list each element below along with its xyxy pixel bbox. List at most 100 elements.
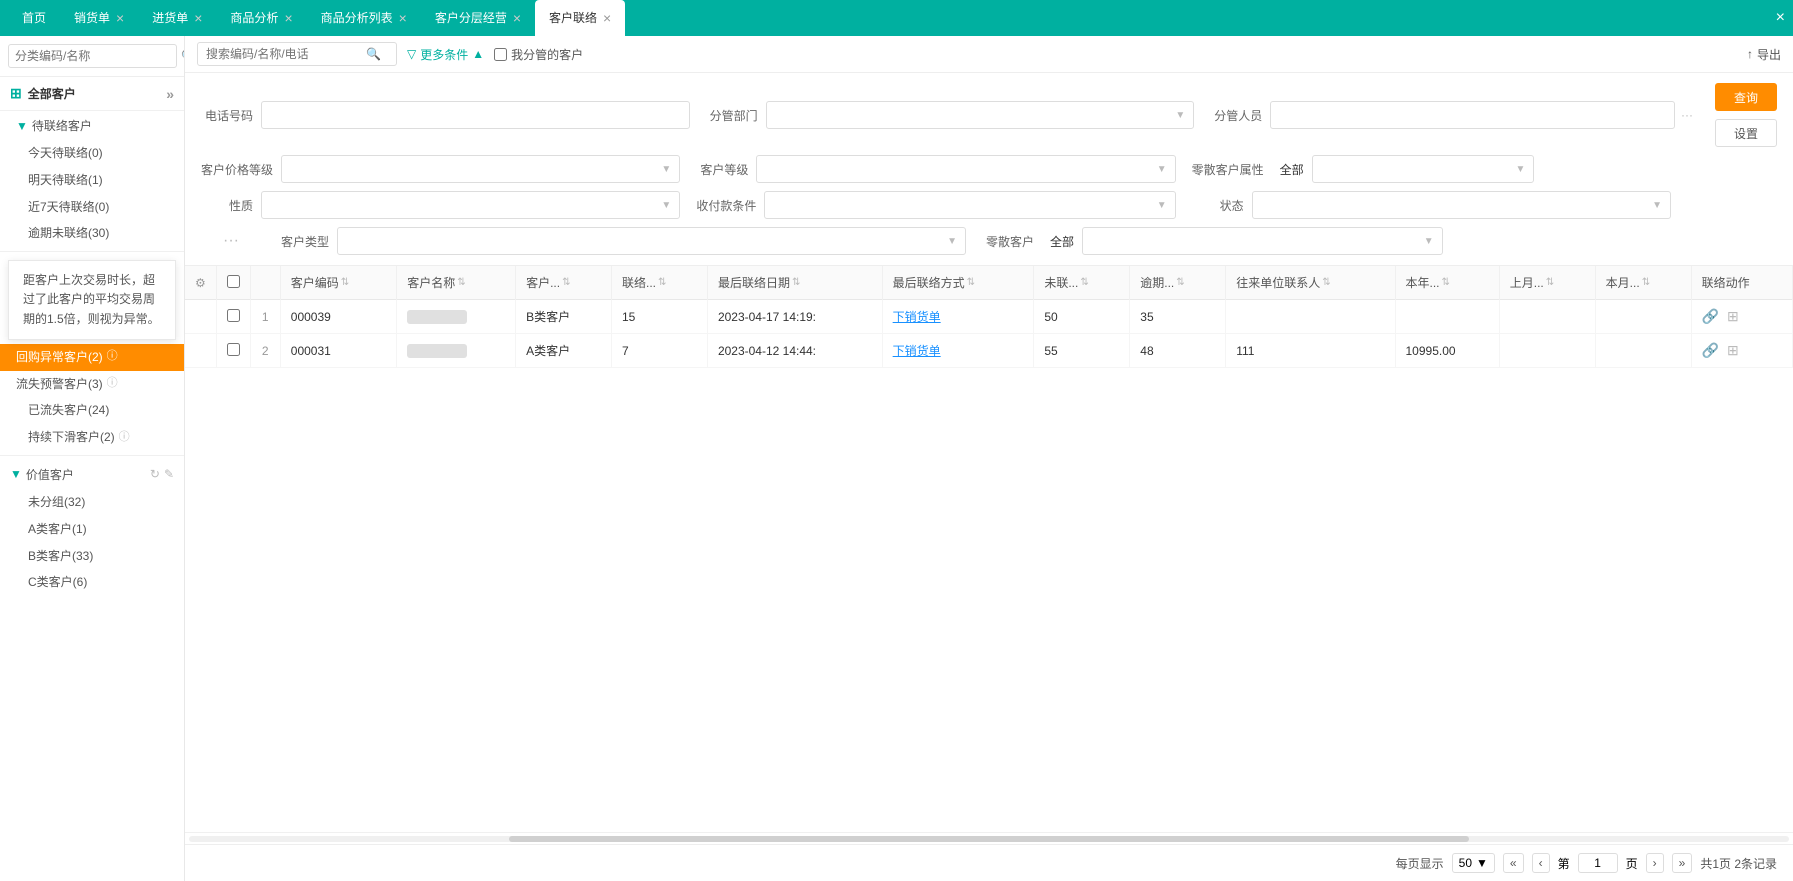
sidebar-item-b-class[interactable]: B类客户(33) bbox=[0, 543, 184, 570]
scroll-thumb[interactable] bbox=[509, 836, 1469, 842]
sidebar-item-tomorrow[interactable]: 明天待联络(1) bbox=[0, 167, 184, 194]
price-level-arrow: ▼ bbox=[661, 164, 671, 175]
per-page-select[interactable]: 50 ▼ bbox=[1452, 853, 1495, 873]
sidebar-item-continuous-decline[interactable]: 持续下滑客户(2) ⓘ bbox=[0, 424, 184, 451]
close-all-btn[interactable]: × bbox=[1776, 9, 1785, 27]
first-page-btn[interactable]: « bbox=[1503, 853, 1524, 873]
my-customer-checkbox-input[interactable] bbox=[494, 48, 507, 61]
phone-input[interactable] bbox=[261, 101, 690, 129]
sidebar-item-lost-preview[interactable]: 流失预警客户(3) ⓘ bbox=[0, 371, 184, 398]
sidebar-search-input[interactable] bbox=[8, 44, 177, 68]
close-customer-stratification[interactable]: × bbox=[513, 0, 521, 36]
th-this-month[interactable]: 本月... ⇅ bbox=[1595, 266, 1691, 300]
row1-link-icon[interactable]: 🔗 bbox=[1702, 308, 1719, 325]
horizontal-scrollbar[interactable] bbox=[185, 832, 1793, 844]
close-customer-contact[interactable]: × bbox=[603, 0, 611, 36]
th-last-contact-date[interactable]: 最后联络日期 ⇅ bbox=[707, 266, 882, 300]
th-uncontacted[interactable]: 未联... ⇅ bbox=[1034, 266, 1130, 300]
th-last-month[interactable]: 上月... ⇅ bbox=[1499, 266, 1595, 300]
th-unit-contact[interactable]: 往来单位联系人 ⇅ bbox=[1226, 266, 1395, 300]
prev-page-btn[interactable]: ‹ bbox=[1532, 853, 1550, 873]
value-customer-group[interactable]: ▼ 价值客户 ↻ ✎ bbox=[0, 460, 184, 489]
nav-customer-contact[interactable]: 客户联络 × bbox=[535, 0, 625, 36]
sidebar-item-today[interactable]: 今天待联络(0) bbox=[0, 140, 184, 167]
settings-btn[interactable]: 设置 bbox=[1715, 119, 1777, 147]
cust-type-select[interactable]: ▼ bbox=[337, 227, 966, 255]
cust-level-select[interactable]: ▼ bbox=[756, 155, 1175, 183]
select-all-checkbox[interactable] bbox=[227, 275, 240, 288]
row2-last-method[interactable]: 下销货单 bbox=[882, 334, 1034, 368]
close-product-analysis-list[interactable]: × bbox=[399, 0, 407, 36]
th-last-contact-method[interactable]: 最后联络方式 ⇅ bbox=[882, 266, 1034, 300]
nav-product-analysis-list[interactable]: 商品分析列表 × bbox=[307, 0, 421, 36]
collapse-sidebar-icon[interactable]: » bbox=[166, 86, 174, 102]
sidebar-item-already-lost[interactable]: 已流失客户(24) bbox=[0, 397, 184, 424]
filter-search-icon[interactable]: 🔍 bbox=[366, 47, 381, 61]
filter-search-input[interactable] bbox=[206, 47, 366, 61]
row2-contact: 7 bbox=[612, 334, 708, 368]
price-level-select[interactable]: ▼ bbox=[281, 155, 680, 183]
nav-customer-stratification[interactable]: 客户分层经营 × bbox=[421, 0, 535, 36]
sidebar-item-7days[interactable]: 近7天待联络(0) bbox=[0, 194, 184, 221]
nav-sales-order[interactable]: 销货单 × bbox=[60, 0, 138, 36]
filter-cell-status: 状态 ▼ bbox=[1192, 191, 1671, 219]
wait-contact-group[interactable]: ▼ 待联络客户 bbox=[0, 111, 184, 140]
sidebar-item-ungrouped[interactable]: 未分组(32) bbox=[0, 489, 184, 516]
row1-overdue: 35 bbox=[1130, 300, 1226, 334]
row2-checkbox-input[interactable] bbox=[227, 343, 240, 356]
row2-method-link[interactable]: 下销货单 bbox=[893, 344, 941, 358]
next-page-btn[interactable]: › bbox=[1646, 853, 1664, 873]
row1-checkbox-input[interactable] bbox=[227, 309, 240, 322]
row1-grid-icon[interactable]: ⊞ bbox=[1727, 308, 1739, 325]
scroll-track[interactable] bbox=[189, 836, 1789, 842]
nav-home[interactable]: 首页 bbox=[8, 0, 60, 36]
refresh-icon[interactable]: ↻ bbox=[150, 467, 160, 481]
row1-method-link[interactable]: 下销货单 bbox=[893, 310, 941, 324]
my-customer-checkbox[interactable]: 我分管的客户 bbox=[494, 46, 583, 63]
th-settings[interactable]: ⚙ bbox=[185, 266, 216, 300]
retail-attr-select[interactable]: ▼ bbox=[1312, 155, 1535, 183]
sidebar-item-a-class[interactable]: A类客户(1) bbox=[0, 516, 184, 543]
payment-select[interactable]: ▼ bbox=[764, 191, 1175, 219]
th-this-year[interactable]: 本年... ⇅ bbox=[1395, 266, 1499, 300]
info-icon: ⓘ bbox=[107, 349, 118, 364]
all-customers-header[interactable]: ⊞ 全部客户 » bbox=[0, 77, 184, 111]
sidebar-item-overdue[interactable]: 逾期未联络(30) bbox=[0, 220, 184, 247]
person-dots-btn[interactable]: ··· bbox=[1675, 108, 1699, 122]
th-name[interactable]: 客户名称 ⇅ bbox=[397, 266, 516, 300]
th-category[interactable]: 客户... ⇅ bbox=[516, 266, 612, 300]
th-contact[interactable]: 联络... ⇅ bbox=[612, 266, 708, 300]
person-input[interactable] bbox=[1270, 101, 1675, 129]
th-code[interactable]: 客户编码 ⇅ bbox=[280, 266, 396, 300]
row1-last-method[interactable]: 下销货单 bbox=[882, 300, 1034, 334]
export-btn[interactable]: ↑ 导出 bbox=[1747, 46, 1781, 63]
query-btn[interactable]: 查询 bbox=[1715, 83, 1777, 111]
row2-link-icon[interactable]: 🔗 bbox=[1702, 342, 1719, 359]
page-label-2: 页 bbox=[1626, 855, 1638, 872]
customer-table: ⚙ 客户编码 ⇅ 客户名称 bbox=[185, 266, 1793, 368]
row1-action-icons: 🔗 ⊞ bbox=[1702, 308, 1782, 325]
current-page-input[interactable] bbox=[1578, 853, 1618, 873]
tooltip-box: 距客户上次交易时长，超过了此客户的平均交易周期的1.5倍，则视为异常。 bbox=[8, 260, 176, 340]
ellipsis-btn[interactable]: ··· bbox=[223, 232, 239, 250]
sidebar-item-c-class[interactable]: C类客户(6) bbox=[0, 569, 184, 596]
retail-cust-select[interactable]: ▼ bbox=[1082, 227, 1443, 255]
close-purchase-order[interactable]: × bbox=[194, 0, 202, 36]
row2-grid-icon[interactable]: ⊞ bbox=[1727, 342, 1739, 359]
filter-row-2: 客户价格等级 ▼ 客户等级 ▼ 零散客户属性 全部 bbox=[201, 155, 1777, 183]
nav-purchase-order[interactable]: 进货单 × bbox=[138, 0, 216, 36]
edit-icon[interactable]: ✎ bbox=[164, 467, 174, 481]
status-select[interactable]: ▼ bbox=[1252, 191, 1671, 219]
retail-cust-arrow: ▼ bbox=[1424, 236, 1434, 247]
close-sales-order[interactable]: × bbox=[116, 0, 124, 36]
more-conditions-btn[interactable]: ▽ 更多条件 ▲ bbox=[407, 46, 484, 63]
last-page-btn[interactable]: » bbox=[1672, 853, 1693, 873]
nature-select[interactable]: ▼ bbox=[261, 191, 680, 219]
nature-arrow: ▼ bbox=[661, 200, 671, 211]
sidebar-item-repeat-abnormal[interactable]: 回购异常客户(2) ⓘ bbox=[0, 344, 184, 371]
th-overdue[interactable]: 逾期... ⇅ bbox=[1130, 266, 1226, 300]
row1-name-blurred bbox=[407, 310, 467, 324]
close-product-analysis[interactable]: × bbox=[284, 0, 292, 36]
dept-select[interactable]: ▼ bbox=[766, 101, 1195, 129]
nav-product-analysis[interactable]: 商品分析 × bbox=[216, 0, 306, 36]
